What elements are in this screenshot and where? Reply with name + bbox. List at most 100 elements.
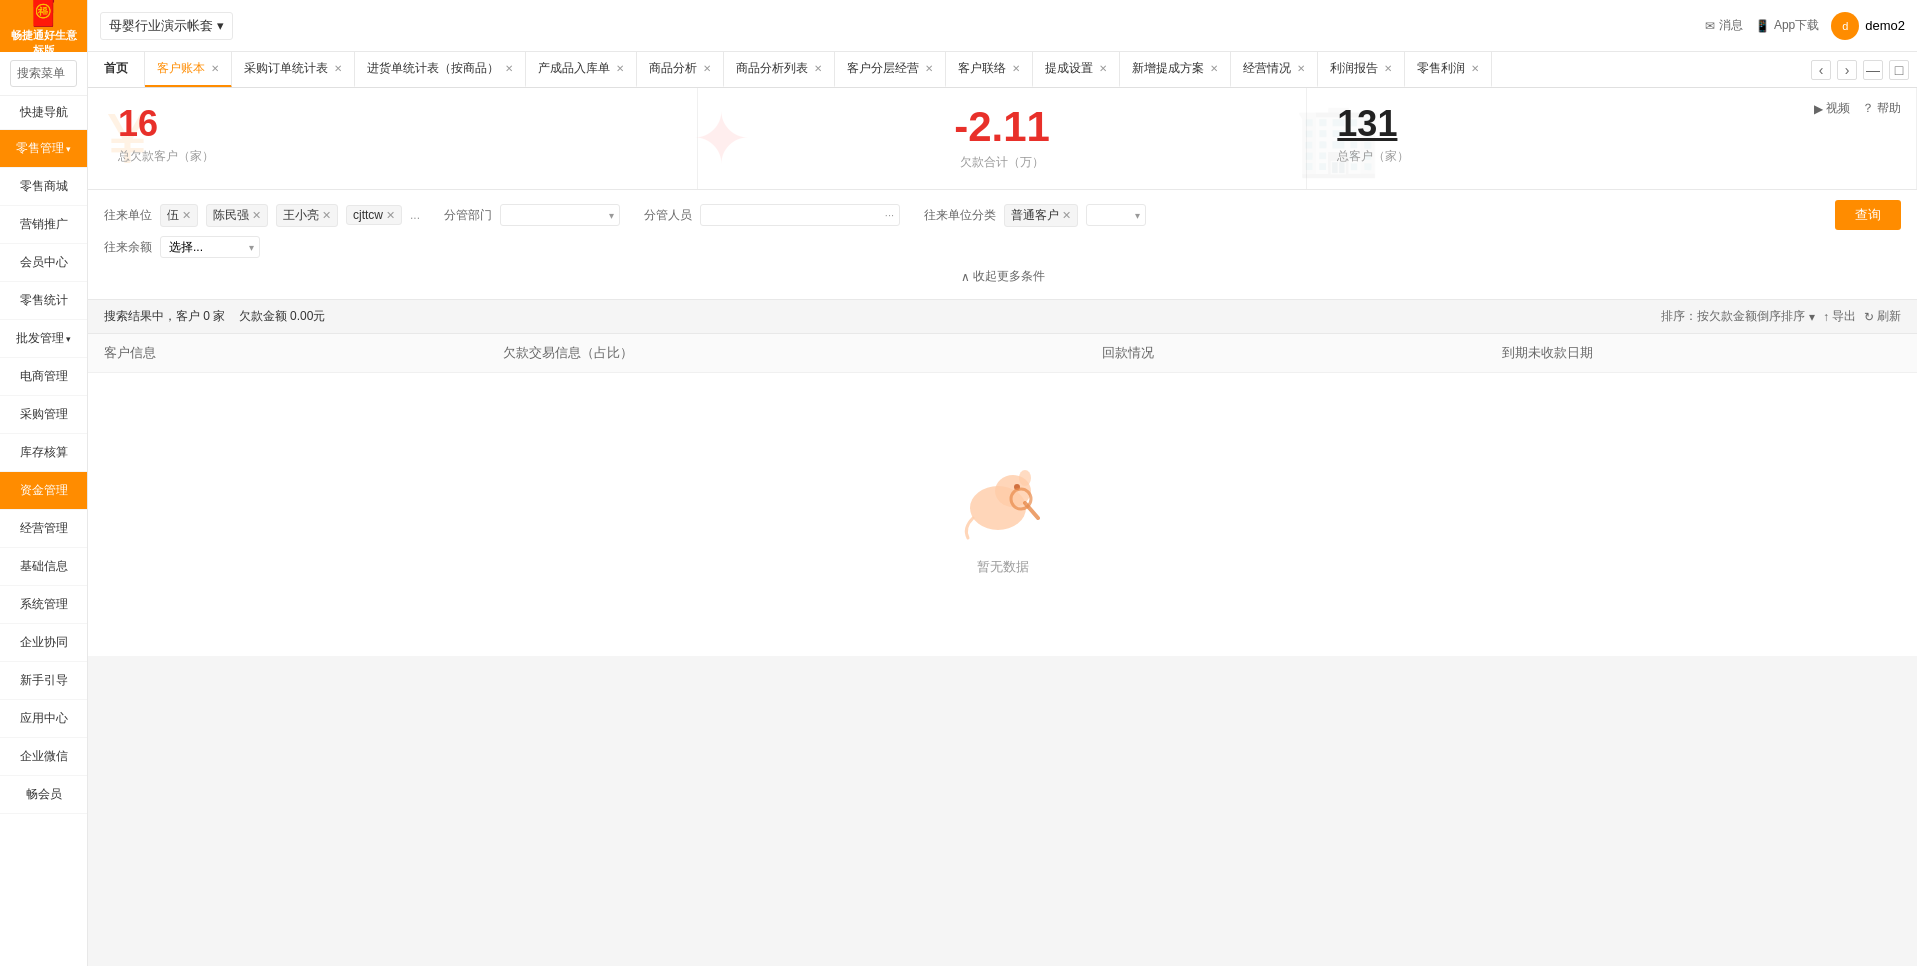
chevron-up-icon: ∧ bbox=[961, 270, 970, 284]
sidebar-item-marketing[interactable]: 营销推广 bbox=[0, 206, 87, 244]
sidebar-item-retail-stats[interactable]: 零售统计 bbox=[0, 282, 87, 320]
tab-product-analysis-list[interactable]: 商品分析列表 ✕ bbox=[724, 52, 835, 88]
sidebar-item-enterprise-collab[interactable]: 企业协同 bbox=[0, 624, 87, 662]
sidebar-item-capital-mgmt[interactable]: 资金管理 bbox=[0, 472, 87, 510]
filter-tag-unit: 伍 ✕ bbox=[160, 204, 198, 227]
tab-close-icon[interactable]: ✕ bbox=[1471, 63, 1479, 74]
total-clients-label: 总客户（家） bbox=[1337, 148, 1409, 165]
tab-label: 利润报告 bbox=[1330, 60, 1378, 77]
chevron-down-icon: ▾ bbox=[1809, 310, 1815, 324]
sidebar-item-app-center[interactable]: 应用中心 bbox=[0, 700, 87, 738]
balance-select[interactable]: 选择... bbox=[160, 236, 260, 258]
empty-text: 暂无数据 bbox=[977, 558, 1029, 576]
filter-tag-close-icon[interactable]: ✕ bbox=[322, 209, 331, 222]
refresh-button[interactable]: ↻ 刷新 bbox=[1864, 308, 1901, 325]
tab-customer-tier[interactable]: 客户分层经营 ✕ bbox=[835, 52, 946, 88]
sidebar-item-member-center[interactable]: 会员中心 bbox=[0, 244, 87, 282]
tab-close-icon[interactable]: ✕ bbox=[1384, 63, 1392, 74]
tab-close-icon[interactable]: ✕ bbox=[505, 63, 513, 74]
export-button[interactable]: ↑ 导出 bbox=[1823, 308, 1856, 325]
filter-row-1: 往来单位 伍 ✕ 陈民强 ✕ 王小亮 ✕ cjttcw ✕ ... bbox=[104, 200, 1901, 230]
tab-close-icon[interactable]: ✕ bbox=[211, 63, 219, 74]
tab-close-icon[interactable]: ✕ bbox=[616, 63, 624, 74]
sidebar-item-smooth-member[interactable]: 畅会员 bbox=[0, 776, 87, 814]
video-link[interactable]: ▶ 视频 bbox=[1814, 100, 1850, 117]
user-profile[interactable]: d demo2 bbox=[1831, 12, 1905, 40]
sidebar-item-inventory-check[interactable]: 库存核算 bbox=[0, 434, 87, 472]
tab-close-icon[interactable]: ✕ bbox=[925, 63, 933, 74]
tab-customer-account[interactable]: 客户账本 ✕ bbox=[145, 52, 232, 88]
tab-close-icon[interactable]: ✕ bbox=[1012, 63, 1020, 74]
total-customers-value: 16 bbox=[118, 106, 158, 142]
filter-more-button[interactable]: ... bbox=[410, 208, 420, 222]
tab-new-raise-plan[interactable]: 新增提成方案 ✕ bbox=[1120, 52, 1231, 88]
tab-product-analysis[interactable]: 商品分析 ✕ bbox=[637, 52, 724, 88]
search-menu-button[interactable]: 搜索菜单 bbox=[10, 60, 77, 87]
tab-close-icon[interactable]: ✕ bbox=[703, 63, 711, 74]
sort-button[interactable]: 排序：按欠款金额倒序排序 ▾ bbox=[1661, 308, 1815, 325]
stats-bar: ¥ 16 总欠款客户（家） ✦ -2.11 欠款合计（万） 🏢 131 总客户（… bbox=[88, 88, 1917, 190]
total-clients-value: 131 bbox=[1337, 106, 1397, 142]
sidebar-item-enterprise-wechat[interactable]: 企业微信 bbox=[0, 738, 87, 776]
people-input[interactable] bbox=[700, 204, 900, 226]
tab-product-instock[interactable]: 产成品入库单 ✕ bbox=[526, 52, 637, 88]
filter-tag-close-icon[interactable]: ✕ bbox=[386, 209, 395, 222]
filter-tag-close-icon[interactable]: ✕ bbox=[182, 209, 191, 222]
app-logo: 🧧 畅捷通好生意 标版 bbox=[0, 0, 87, 52]
tab-purchase-stats[interactable]: 进货单统计表（按商品） ✕ bbox=[355, 52, 526, 88]
sidebar-item-ecommerce-mgmt[interactable]: 电商管理 bbox=[0, 358, 87, 396]
dept-select[interactable] bbox=[500, 204, 620, 226]
industry-selector[interactable]: 母婴行业演示帐套 ▾ bbox=[100, 12, 233, 40]
sidebar-item-basic-info[interactable]: 基础信息 bbox=[0, 548, 87, 586]
tab-maximize-button[interactable]: □ bbox=[1889, 60, 1909, 80]
tab-retail-profit[interactable]: 零售利润 ✕ bbox=[1405, 52, 1492, 88]
quick-nav-button[interactable]: 快捷导航 bbox=[0, 96, 87, 130]
tab-close-icon[interactable]: ✕ bbox=[814, 63, 822, 74]
sidebar-item-retail-mgmt[interactable]: 零售管理 ▾ bbox=[0, 130, 87, 168]
sidebar-item-system-mgmt[interactable]: 系统管理 bbox=[0, 586, 87, 624]
tab-customer-contact[interactable]: 客户联络 ✕ bbox=[946, 52, 1033, 88]
refresh-label: 刷新 bbox=[1877, 308, 1901, 325]
sidebar-item-newbie-guide[interactable]: 新手引导 bbox=[0, 662, 87, 700]
tab-minimize-button[interactable]: — bbox=[1863, 60, 1883, 80]
tab-raise-settings[interactable]: 提成设置 ✕ bbox=[1033, 52, 1120, 88]
tab-home[interactable]: 首页 bbox=[88, 52, 145, 88]
tab-close-icon[interactable]: ✕ bbox=[1210, 63, 1218, 74]
query-button[interactable]: 查询 bbox=[1835, 200, 1901, 230]
sidebar-item-operations-mgmt[interactable]: 经营管理 bbox=[0, 510, 87, 548]
help-icon: ？ bbox=[1862, 100, 1874, 117]
stat-debt-total: -2.11 欠款合计（万） bbox=[698, 88, 1308, 189]
help-link[interactable]: ？ 帮助 bbox=[1862, 100, 1901, 117]
unit-class-select[interactable] bbox=[1086, 204, 1146, 226]
tab-profit-report[interactable]: 利润报告 ✕ bbox=[1318, 52, 1405, 88]
tab-scroll-left-button[interactable]: ‹ bbox=[1811, 60, 1831, 80]
filter-tag-close-icon[interactable]: ✕ bbox=[252, 209, 261, 222]
tab-close-icon[interactable]: ✕ bbox=[1099, 63, 1107, 74]
tab-scroll-right-button[interactable]: › bbox=[1837, 60, 1857, 80]
empty-state: 暂无数据 bbox=[88, 373, 1917, 656]
filter-tag-close-icon[interactable]: ✕ bbox=[1062, 209, 1071, 222]
sidebar-item-purchase-mgmt[interactable]: 采购管理 bbox=[0, 396, 87, 434]
filter-tag-cjttcw: cjttcw ✕ bbox=[346, 205, 402, 225]
sidebar-item-wholesale-mgmt[interactable]: 批发管理 ▾ bbox=[0, 320, 87, 358]
tab-business-status[interactable]: 经营情况 ✕ bbox=[1231, 52, 1318, 88]
tab-purchase-order[interactable]: 采购订单统计表 ✕ bbox=[232, 52, 355, 88]
result-bar: 搜索结果中，客户 0 家 欠款金额 0.00元 排序：按欠款金额倒序排序 ▾ ↑… bbox=[88, 300, 1917, 334]
messages-button[interactable]: ✉ 消息 bbox=[1705, 17, 1743, 34]
topbar-right: ✉ 消息 📱 App下载 d demo2 bbox=[1705, 12, 1905, 40]
sidebar: 🧧 畅捷通好生意 标版 搜索菜单 快捷导航 零售管理 ▾ 零售商城 营销推广 会… bbox=[0, 0, 88, 966]
tab-close-icon[interactable]: ✕ bbox=[1297, 63, 1305, 74]
debt-total-label: 欠款合计（万） bbox=[960, 154, 1044, 171]
empty-icon-svg bbox=[953, 453, 1053, 543]
sidebar-item-retail-shop[interactable]: 零售商城 bbox=[0, 168, 87, 206]
collapse-button[interactable]: ∧ 收起更多条件 bbox=[961, 268, 1045, 285]
unit-class-select-wrap bbox=[1086, 204, 1146, 226]
download-icon: 📱 bbox=[1755, 19, 1770, 33]
filter-tag-text: 伍 bbox=[167, 207, 179, 224]
filter-tag-wangxiaoliang: 王小亮 ✕ bbox=[276, 204, 338, 227]
app-download-button[interactable]: 📱 App下载 bbox=[1755, 17, 1819, 34]
tab-label: 提成设置 bbox=[1045, 60, 1093, 77]
people-input-wrap: ··· bbox=[700, 204, 900, 226]
debt-total-value: -2.11 bbox=[954, 106, 1050, 148]
tab-close-icon[interactable]: ✕ bbox=[334, 63, 342, 74]
